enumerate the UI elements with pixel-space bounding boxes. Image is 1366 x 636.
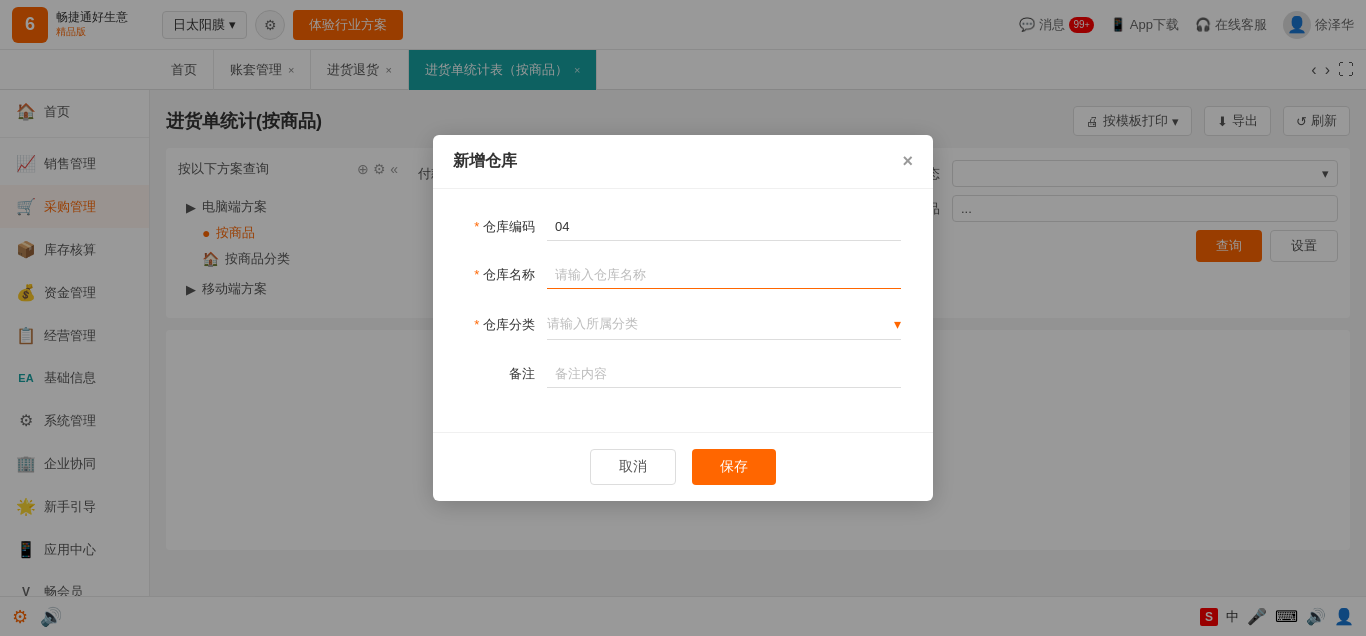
cancel-button[interactable]: 取消 bbox=[590, 449, 676, 485]
note-label: 备注 bbox=[465, 365, 535, 383]
new-warehouse-modal: 新增仓库 × 仓库编码 仓库名称 仓库分类 请输入所属分类 ▾ bbox=[433, 135, 933, 501]
name-label: 仓库名称 bbox=[465, 266, 535, 284]
code-label: 仓库编码 bbox=[465, 218, 535, 236]
modal-body: 仓库编码 仓库名称 仓库分类 请输入所属分类 ▾ 备注 bbox=[433, 189, 933, 432]
note-input[interactable] bbox=[547, 360, 901, 388]
modal-footer: 取消 保存 bbox=[433, 432, 933, 501]
form-row-code: 仓库编码 bbox=[465, 213, 901, 241]
modal-close-button[interactable]: × bbox=[902, 151, 913, 172]
modal-overlay: 新增仓库 × 仓库编码 仓库名称 仓库分类 请输入所属分类 ▾ bbox=[0, 0, 1366, 636]
save-button[interactable]: 保存 bbox=[692, 449, 776, 485]
category-select[interactable]: 请输入所属分类 ▾ bbox=[547, 309, 901, 340]
name-input[interactable] bbox=[547, 261, 901, 289]
form-row-category: 仓库分类 请输入所属分类 ▾ bbox=[465, 309, 901, 340]
modal-header: 新增仓库 × bbox=[433, 135, 933, 189]
category-label: 仓库分类 bbox=[465, 316, 535, 334]
code-input[interactable] bbox=[547, 213, 901, 241]
category-arrow-icon: ▾ bbox=[894, 316, 901, 332]
form-row-name: 仓库名称 bbox=[465, 261, 901, 289]
category-placeholder: 请输入所属分类 bbox=[547, 315, 638, 333]
form-row-note: 备注 bbox=[465, 360, 901, 388]
modal-title: 新增仓库 bbox=[453, 151, 517, 172]
